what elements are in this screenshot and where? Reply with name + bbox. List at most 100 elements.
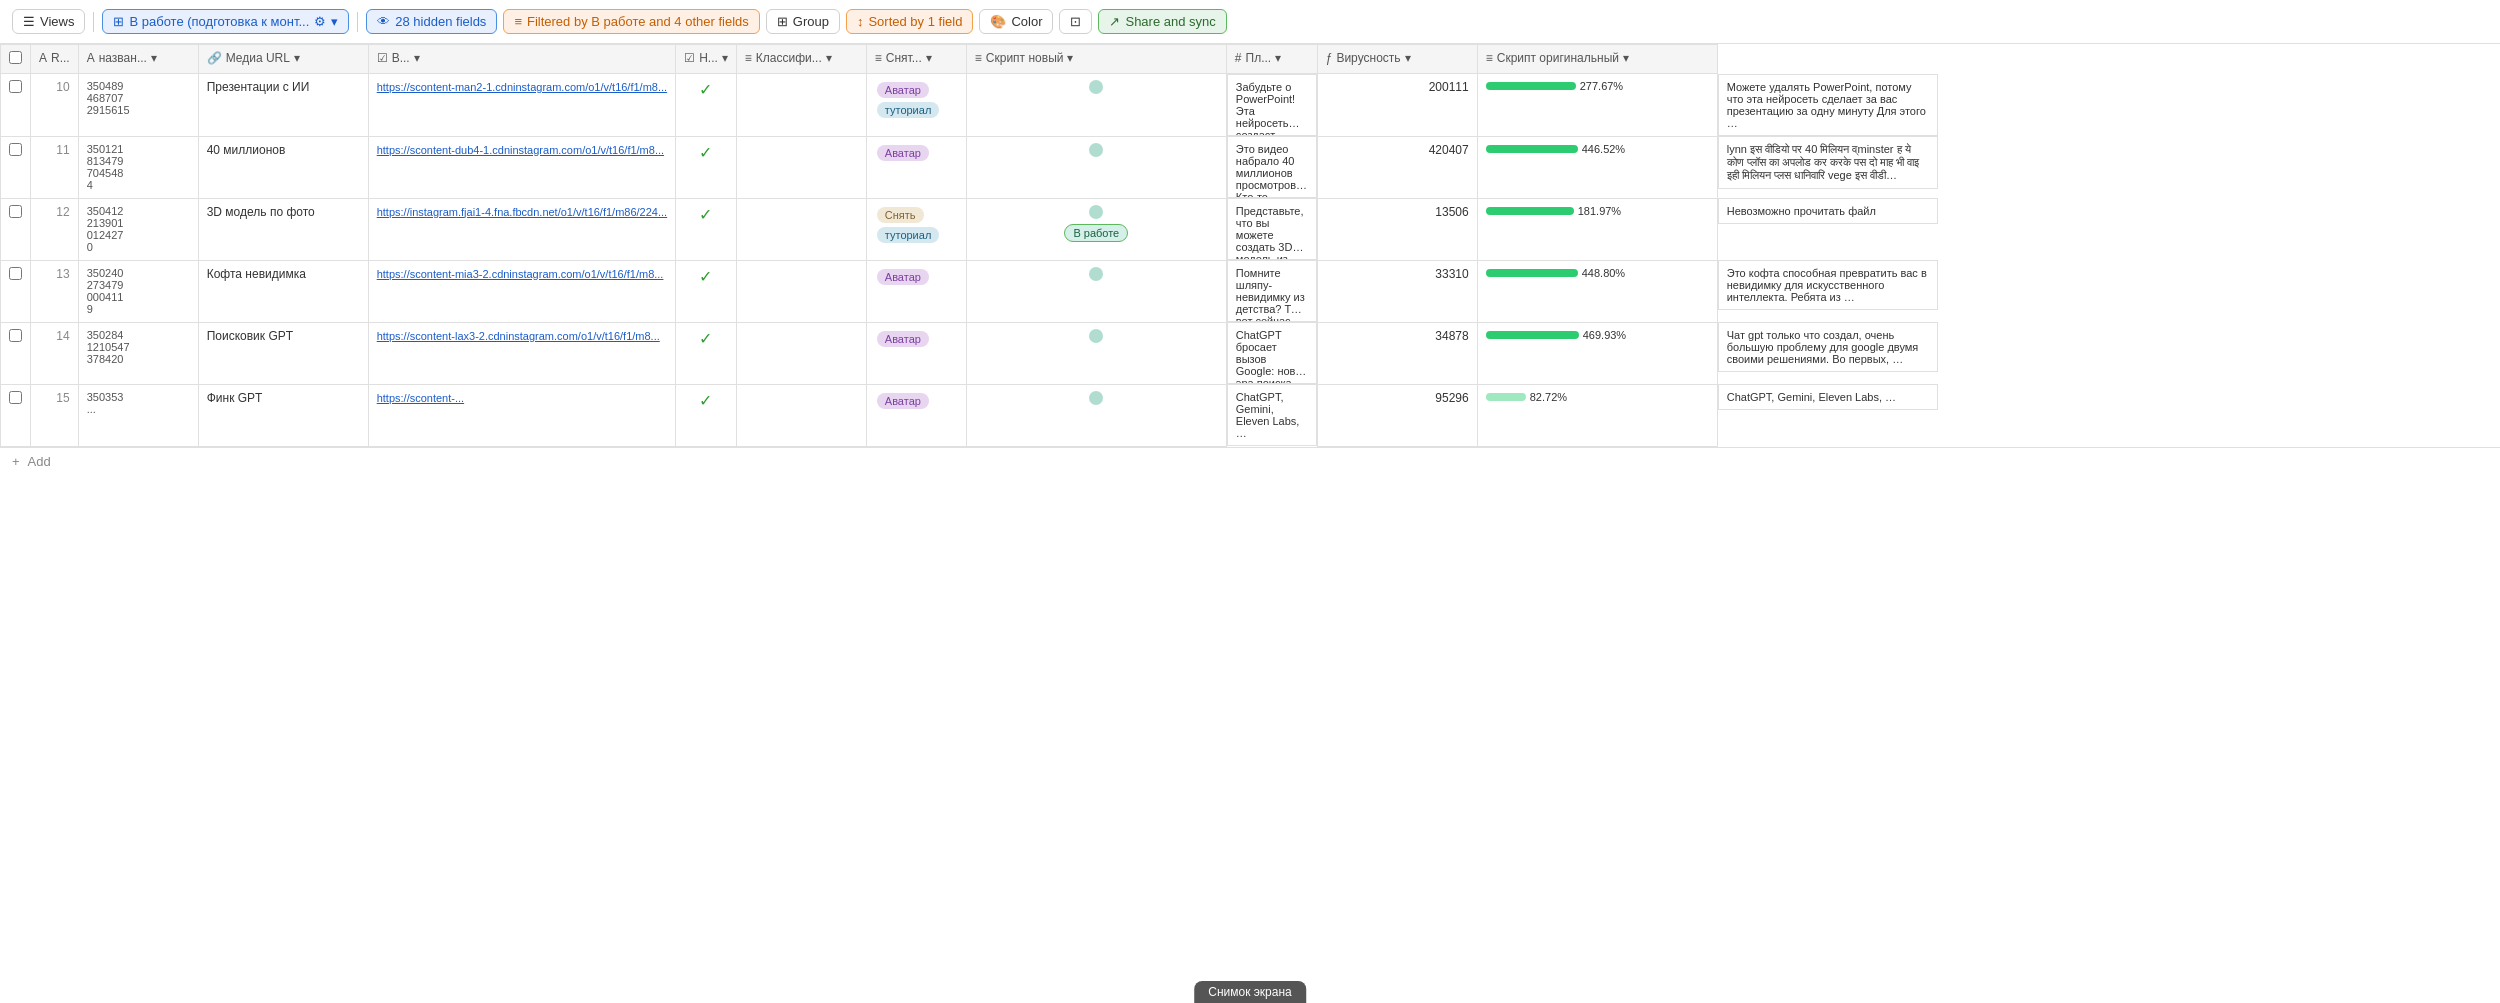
progress-bar xyxy=(1486,145,1578,153)
virus-percent: 448.80% xyxy=(1582,267,1625,279)
bottom-hint[interactable]: Снимок экрана xyxy=(1194,981,1306,1003)
col-name[interactable]: A назван... ▾ xyxy=(78,45,198,74)
row-id: 350489 468707 2915615 xyxy=(78,74,198,137)
row-checkbox-cell[interactable] xyxy=(1,74,31,137)
col-virus[interactable]: ƒ Вирусность ▾ xyxy=(1317,45,1477,74)
url-link[interactable]: https://scontent-man2-1.cdninstagram.com… xyxy=(377,81,667,93)
row-url[interactable]: https://scontent-... xyxy=(368,384,675,446)
progress-bar xyxy=(1486,269,1578,277)
col-b[interactable]: ☑ В... ▾ xyxy=(368,45,675,74)
row-script-orig: ChatGPT, Gemini, Eleven Labs, … xyxy=(1718,384,1938,410)
col-sniat[interactable]: ≡ Снят... ▾ xyxy=(866,45,966,74)
row-b-check: ✓ xyxy=(676,322,737,384)
check-icon: ✓ xyxy=(699,268,712,285)
cog-icon: ⚙ xyxy=(314,14,326,29)
row-name: 3D модель по фото xyxy=(198,198,368,260)
filter-label: Filtered by В работе and 4 other fields xyxy=(527,14,749,29)
row-url[interactable]: https://scontent-man2-1.cdninstagram.com… xyxy=(368,74,675,137)
view-name-button[interactable]: ⊞ В работе (подготовка к монт... ⚙ ▾ xyxy=(102,9,349,34)
row-id: 350284 1210547 378420 xyxy=(78,322,198,384)
row-script-new: Это видео набрало 40 миллионов просмотро… xyxy=(1227,136,1317,198)
row-classification: Аватар туториал xyxy=(866,74,966,137)
row-checkbox-cell[interactable] xyxy=(1,322,31,384)
row-virus: 446.52% xyxy=(1477,136,1717,198)
row-url[interactable]: https://scontent-dub4-1.cdninstagram.com… xyxy=(368,136,675,198)
col-script-new[interactable]: ≡ Скрипт новый ▾ xyxy=(966,45,1226,74)
header-row: A R... A назван... ▾ 🔗 Медиа URL ▾ ☑ В..… xyxy=(1,45,2500,74)
row-pl: 420407 xyxy=(1317,136,1477,198)
row-checkbox[interactable] xyxy=(9,267,22,280)
add-row-button[interactable]: + Add xyxy=(0,447,2500,475)
row-checkbox[interactable] xyxy=(9,143,22,156)
row-checkbox[interactable] xyxy=(9,80,22,93)
views-button[interactable]: ☰ Views xyxy=(12,9,85,34)
chevron-down-icon: ▾ xyxy=(331,14,338,29)
row-id: 350121 813479 704548 4 xyxy=(78,136,198,198)
col-script-orig[interactable]: ≡ Скрипт оригинальный ▾ xyxy=(1477,45,1717,74)
row-checkbox[interactable] xyxy=(9,205,22,218)
row-virus: 82.72% xyxy=(1477,384,1717,446)
col-class[interactable]: ≡ Классифи... ▾ xyxy=(736,45,866,74)
row-number: 12 xyxy=(31,198,79,260)
url-link[interactable]: https://instagram.fjai1-4.fna.fbcdn.net/… xyxy=(377,206,667,218)
col-pl[interactable]: # Пл... ▾ xyxy=(1226,45,1317,74)
row-sniat xyxy=(966,74,1226,137)
hidden-fields-button[interactable]: 👁 28 hidden fields xyxy=(366,9,497,34)
col-url[interactable]: 🔗 Медиа URL ▾ xyxy=(198,45,368,74)
row-checkbox[interactable] xyxy=(9,391,22,404)
tag: туториал xyxy=(877,227,940,243)
virus-percent: 277.67% xyxy=(1580,80,1623,92)
share-button[interactable]: ↗ Share and sync xyxy=(1098,9,1226,34)
resize-icon: ⊡ xyxy=(1070,14,1081,29)
tag: Аватар xyxy=(877,145,929,161)
status-dot xyxy=(1089,391,1103,405)
status-dot xyxy=(1089,205,1103,219)
row-checkbox-cell[interactable] xyxy=(1,198,31,260)
tag: туториал xyxy=(877,102,940,118)
status-dot xyxy=(1089,143,1103,157)
group-button[interactable]: ⊞ Group xyxy=(766,9,840,34)
plus-icon: + xyxy=(12,454,20,469)
row-url[interactable]: https://scontent-mia3-2.cdninstagram.com… xyxy=(368,260,675,322)
row-pl: 13506 xyxy=(1317,198,1477,260)
row-h-check xyxy=(736,136,866,198)
sort-button[interactable]: ↕ Sorted by 1 field xyxy=(846,9,973,34)
add-label: Add xyxy=(28,454,51,469)
url-link[interactable]: https://scontent-lax3-2.cdninstagram.com… xyxy=(377,330,660,342)
row-number: 15 xyxy=(31,384,79,446)
col-checkbox[interactable] xyxy=(1,45,31,74)
col-h[interactable]: ☑ Н... ▾ xyxy=(676,45,737,74)
row-b-check: ✓ xyxy=(676,198,737,260)
url-link[interactable]: https://scontent-mia3-2.cdninstagram.com… xyxy=(377,268,664,280)
tag: Аватар xyxy=(877,82,929,98)
row-checkbox-cell[interactable] xyxy=(1,260,31,322)
row-sniat xyxy=(966,384,1226,446)
color-button[interactable]: 🎨 Color xyxy=(979,9,1053,34)
row-url[interactable]: https://scontent-lax3-2.cdninstagram.com… xyxy=(368,322,675,384)
row-name: Финк GPT xyxy=(198,384,368,446)
row-checkbox[interactable] xyxy=(9,329,22,342)
check-icon: ✓ xyxy=(699,81,712,98)
row-h-check xyxy=(736,74,866,137)
row-b-check: ✓ xyxy=(676,384,737,446)
sort-label: Sorted by 1 field xyxy=(868,14,962,29)
tag: Снять xyxy=(877,207,924,223)
row-script-new: ChatGPT бросает вызов Google: новая эра … xyxy=(1227,322,1317,384)
row-checkbox-cell[interactable] xyxy=(1,384,31,446)
resize-button[interactable]: ⊡ xyxy=(1059,9,1092,34)
row-id: 350412 213901 012427 0 xyxy=(78,198,198,260)
table-row: 15350353 ...Финк GPThttps://scontent-...… xyxy=(1,384,2500,446)
filter-button[interactable]: ≡ Filtered by В работе and 4 other field… xyxy=(503,9,759,34)
color-label: Color xyxy=(1011,14,1042,29)
row-url[interactable]: https://instagram.fjai1-4.fna.fbcdn.net/… xyxy=(368,198,675,260)
virus-percent: 181.97% xyxy=(1578,205,1621,217)
select-all-checkbox[interactable] xyxy=(9,51,22,64)
row-checkbox-cell[interactable] xyxy=(1,136,31,198)
progress-bar xyxy=(1486,331,1579,339)
url-link[interactable]: https://scontent-dub4-1.cdninstagram.com… xyxy=(377,144,664,156)
virus-percent: 82.72% xyxy=(1530,391,1567,403)
row-classification: Аватар xyxy=(866,384,966,446)
row-script-orig: Чат gpt только что создал, очень большую… xyxy=(1718,322,1938,372)
row-h-check xyxy=(736,198,866,260)
url-link[interactable]: https://scontent-... xyxy=(377,392,464,404)
